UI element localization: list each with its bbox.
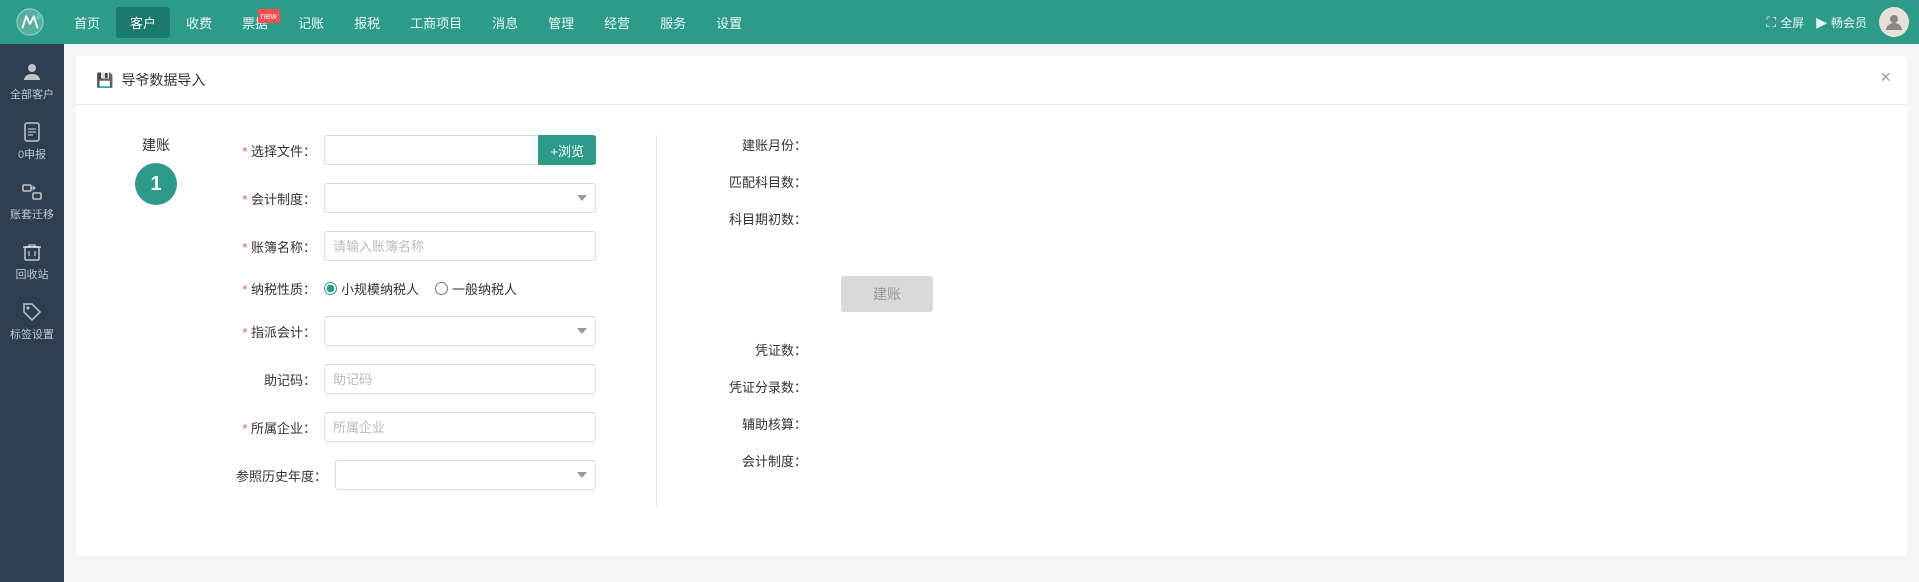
tax-general-radio[interactable]	[435, 282, 448, 295]
sidebar-label-tag: 标签设置	[10, 326, 54, 342]
sidebar-item-migrate[interactable]: 账套迁移	[0, 174, 64, 230]
file-input-wrap: +浏览	[324, 135, 596, 165]
match-label: 匹配科目数：	[717, 172, 807, 191]
sidebar-label-recycle: 回收站	[16, 266, 49, 282]
section-divider	[656, 135, 657, 508]
ledger-label: * 账簿名称：	[236, 237, 316, 256]
main-layout: 全部客户 0申报 账套迁移	[0, 44, 1919, 582]
voucher-entries-row: 凭证分录数：	[717, 377, 1057, 396]
nav-right: ⛶ 全屏 ▶ 畅会员	[1766, 7, 1909, 37]
dialog-card: 💾 导爷数据导入 × 建账 1 * 选择文	[76, 56, 1907, 556]
nav-invoice[interactable]: 票据 new	[228, 7, 282, 38]
memo-row: 助记码：	[236, 364, 596, 394]
accounting-label: * 会计制度：	[236, 189, 316, 208]
company-input[interactable]	[324, 412, 596, 442]
build-account-button[interactable]: 建账	[841, 276, 933, 312]
tag-icon	[22, 302, 42, 322]
sidebar: 全部客户 0申报 账套迁移	[0, 44, 64, 582]
sidebar-item-tag[interactable]: 标签设置	[0, 294, 64, 350]
vip-btn[interactable]: ▶ 畅会员	[1816, 14, 1867, 31]
play-icon: ▶	[1816, 14, 1827, 31]
nav-operation[interactable]: 经营	[590, 7, 644, 38]
tax-general-text: 一般纳税人	[452, 279, 517, 298]
browse-button[interactable]: +浏览	[538, 135, 596, 165]
sidebar-label-declaration: 0申报	[18, 146, 46, 162]
accounting-system-row: 会计制度：	[717, 451, 1057, 470]
tax-small-label[interactable]: 小规模纳税人	[324, 279, 419, 298]
fullscreen-icon: ⛶	[1766, 14, 1776, 31]
nav-billing[interactable]: 收费	[172, 7, 226, 38]
dialog-title: 导爷数据导入	[121, 70, 205, 90]
voucher-entries-label: 凭证分录数：	[717, 377, 807, 396]
match-row: 匹配科目数：	[717, 172, 1057, 191]
nav-tax[interactable]: 报税	[340, 7, 394, 38]
tax-label: * 纳税性质：	[236, 279, 316, 298]
migrate-icon	[22, 182, 42, 202]
step-label: 建账	[142, 135, 170, 155]
accountant-label: * 指派会计：	[236, 322, 316, 341]
new-badge: new	[258, 9, 281, 23]
step-section: 建账 1	[116, 135, 196, 508]
sidebar-label-migrate: 账套迁移	[10, 206, 54, 222]
sidebar-item-declaration[interactable]: 0申报	[0, 114, 64, 170]
accounting-row: * 会计制度：	[236, 183, 596, 213]
memo-input[interactable]	[324, 364, 596, 394]
trash-icon	[22, 242, 42, 262]
voucher-label: 凭证数：	[717, 340, 807, 359]
avatar[interactable]	[1879, 7, 1909, 37]
nav-home[interactable]: 首页	[60, 7, 114, 38]
file-icon	[22, 122, 42, 142]
accountant-select[interactable]	[324, 316, 596, 346]
person-icon	[22, 62, 42, 82]
period-label: 科目期初数：	[717, 209, 807, 228]
dialog-close-button[interactable]: ×	[1880, 68, 1891, 86]
ledger-input[interactable]	[324, 231, 596, 261]
nav-clients[interactable]: 客户	[116, 7, 170, 38]
top-nav: 首页 客户 收费 票据 new 记账 报税 工商项目 消息 管理 经营 服务 设…	[0, 0, 1919, 44]
voucher-row: 凭证数：	[717, 340, 1057, 359]
form-section: * 选择文件： +浏览 * 会计制度：	[236, 135, 596, 508]
aux-row: 辅助核算：	[717, 414, 1057, 433]
content-area: 💾 导爷数据导入 × 建账 1 * 选择文	[64, 44, 1919, 582]
logo	[10, 2, 50, 42]
aux-label: 辅助核算：	[717, 414, 807, 433]
tax-radio-group: 小规模纳税人 一般纳税人	[324, 279, 596, 298]
nav-manage[interactable]: 管理	[534, 7, 588, 38]
month-row: 建账月份：	[717, 135, 1057, 154]
nav-accounting[interactable]: 记账	[284, 7, 338, 38]
ledger-row: * 账簿名称：	[236, 231, 596, 261]
import-icon: 💾	[96, 72, 113, 89]
history-row: 参照历史年度：	[236, 460, 596, 490]
accounting-system-label: 会计制度：	[717, 451, 807, 470]
accountant-row: * 指派会计：	[236, 316, 596, 346]
tax-row: * 纳税性质： 小规模纳税人 一般纳税人	[236, 279, 596, 298]
info-section: 建账月份： 匹配科目数： 科目期初数： 建账	[717, 135, 1057, 508]
file-label: * 选择文件：	[236, 141, 316, 160]
accounting-select[interactable]	[324, 183, 596, 213]
nav-message[interactable]: 消息	[478, 7, 532, 38]
nav-items: 首页 客户 收费 票据 new 记账 报税 工商项目 消息 管理 经营 服务 设…	[60, 7, 1766, 38]
file-input[interactable]	[324, 135, 538, 165]
fullscreen-btn[interactable]: ⛶ 全屏	[1766, 14, 1804, 31]
company-row: * 所属企业：	[236, 412, 596, 442]
tax-small-radio[interactable]	[324, 282, 337, 295]
history-select[interactable]	[335, 460, 596, 490]
period-row: 科目期初数：	[717, 209, 1057, 228]
nav-service[interactable]: 服务	[646, 7, 700, 38]
sidebar-label-all-clients: 全部客户	[10, 86, 54, 102]
step-circle: 1	[135, 163, 177, 205]
nav-business[interactable]: 工商项目	[396, 7, 476, 38]
sidebar-item-recycle[interactable]: 回收站	[0, 234, 64, 290]
dialog-header: 💾 导爷数据导入 ×	[76, 56, 1907, 105]
sidebar-item-all-clients[interactable]: 全部客户	[0, 54, 64, 110]
history-label: 参照历史年度：	[236, 466, 327, 485]
memo-label: 助记码：	[236, 370, 316, 389]
tax-small-text: 小规模纳税人	[341, 279, 419, 298]
nav-settings[interactable]: 设置	[702, 7, 756, 38]
file-row: * 选择文件： +浏览	[236, 135, 596, 165]
month-label: 建账月份：	[717, 135, 807, 154]
tax-general-label[interactable]: 一般纳税人	[435, 279, 517, 298]
company-label: * 所属企业：	[236, 418, 316, 437]
dialog-body: 建账 1 * 选择文件： +浏览	[76, 105, 1907, 538]
